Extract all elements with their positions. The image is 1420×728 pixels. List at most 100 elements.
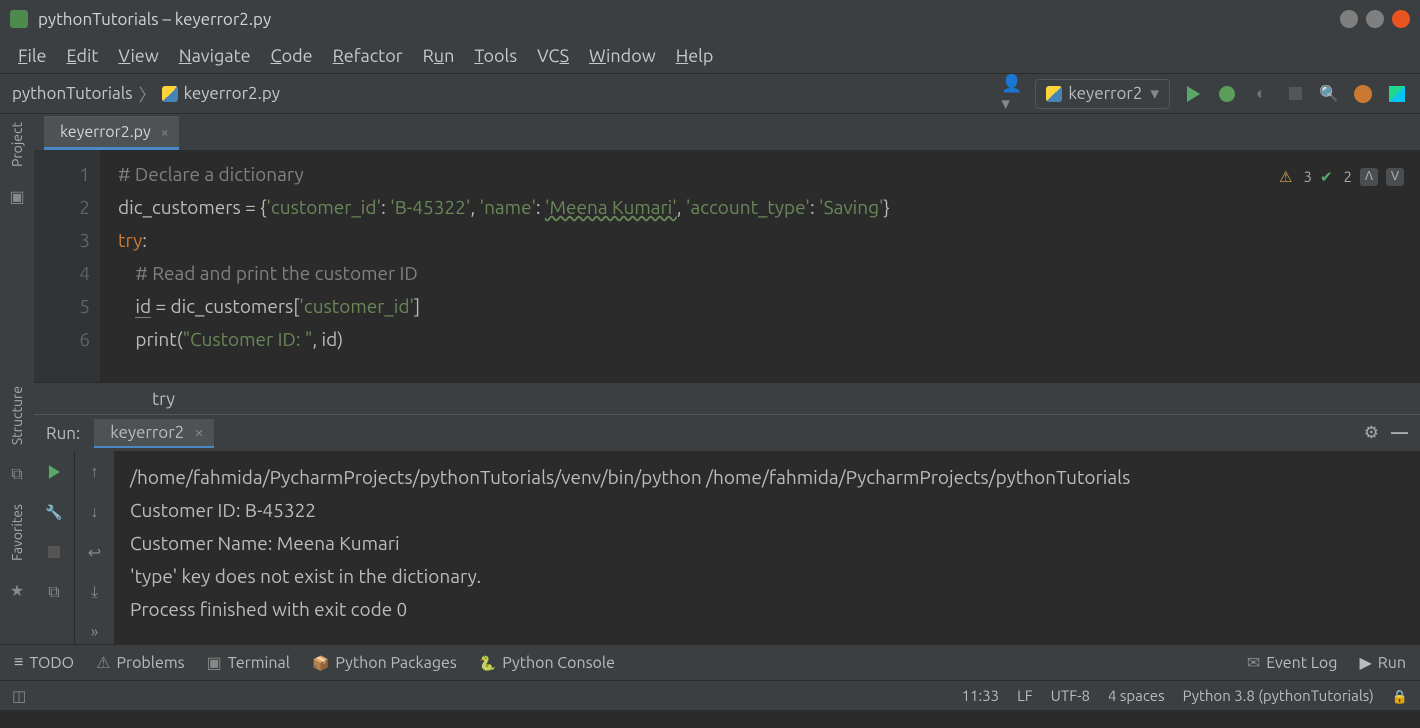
check-icon <box>1320 160 1336 193</box>
label: Python Packages <box>335 654 456 672</box>
coverage-button[interactable]: ◐ <box>1250 83 1272 105</box>
python-icon <box>1046 86 1062 102</box>
menu-navigate[interactable]: Navigate <box>169 42 261 70</box>
code-text: ] <box>414 295 420 317</box>
run-tab-label: keyerror2 <box>110 423 184 442</box>
structure-tool-button[interactable]: Structure <box>9 386 25 445</box>
star-icon <box>10 581 24 600</box>
menu-vcs[interactable]: VCS <box>527 42 579 70</box>
maximize-icon[interactable] <box>1366 10 1384 28</box>
line-gutter: 1 2 3 4 5 6 <box>34 150 100 382</box>
more-icon[interactable] <box>84 621 106 643</box>
code-text: print( <box>135 328 182 350</box>
run-toolbar-left <box>34 451 74 644</box>
cursor-position[interactable]: 11:33 <box>962 687 1000 704</box>
indent-setting[interactable]: 4 spaces <box>1108 687 1165 704</box>
chevron-down-icon[interactable]: ᐯ <box>1386 168 1404 186</box>
menu-code[interactable]: Code <box>261 42 323 70</box>
close-tab-icon[interactable]: × <box>161 124 169 140</box>
project-tool-button[interactable]: Project <box>9 122 25 167</box>
run-tool-button[interactable]: ▶ Run <box>1359 653 1406 672</box>
breadcrumb-file[interactable]: keyerror2.py <box>184 84 280 103</box>
tool-windows-icon[interactable] <box>12 687 26 705</box>
line-separator[interactable]: LF <box>1017 687 1033 704</box>
folder-icon[interactable]: ▣ <box>9 187 24 206</box>
console-line: Customer ID: B-45322 <box>130 494 1404 527</box>
label: Terminal <box>228 654 290 672</box>
terminal-tool-button[interactable]: Terminal <box>207 653 290 672</box>
update-icon[interactable] <box>1352 83 1374 105</box>
layout-icon[interactable] <box>43 581 65 603</box>
pass-count: 2 <box>1344 160 1352 193</box>
hide-icon[interactable]: — <box>1391 423 1408 443</box>
stop-icon[interactable] <box>43 541 65 563</box>
wrench-icon[interactable] <box>43 501 65 523</box>
users-icon[interactable]: 👤▾ <box>1001 83 1023 105</box>
stop-button[interactable] <box>1284 83 1306 105</box>
code-text: = dic_customers[ <box>151 295 299 317</box>
run-icon: ▶ <box>1359 653 1371 672</box>
run-label: Run: <box>46 424 80 443</box>
menu-file[interactable]: File <box>8 42 57 70</box>
todo-tool-button[interactable]: TODO <box>14 653 74 672</box>
problems-icon <box>96 653 110 672</box>
code-text <box>118 295 135 317</box>
editor-breadcrumb[interactable]: try <box>34 382 1420 414</box>
run-tool-window: Run: keyerror2 × — <box>34 414 1420 644</box>
file-encoding[interactable]: UTF-8 <box>1051 687 1090 704</box>
code-text: dic_customers <box>118 196 245 218</box>
close-tab-icon[interactable]: × <box>194 423 204 442</box>
line-number: 5 <box>34 290 90 323</box>
breadcrumb-project[interactable]: pythonTutorials <box>12 84 133 103</box>
search-icon[interactable] <box>1318 83 1340 105</box>
code-text: # Declare a dictionary <box>118 163 304 185</box>
menu-refactor[interactable]: Refactor <box>323 42 413 70</box>
menu-tools[interactable]: Tools <box>464 42 527 70</box>
warning-icon <box>1279 160 1295 193</box>
run-button[interactable] <box>1182 83 1204 105</box>
menu-edit[interactable]: Edit <box>57 42 109 70</box>
chevron-up-icon[interactable]: ᐱ <box>1360 168 1378 186</box>
status-bar: 11:33 LF UTF-8 4 spaces Python 3.8 (pyth… <box>0 680 1420 710</box>
close-icon[interactable] <box>1392 10 1410 28</box>
code-text: # Read and print the customer ID <box>118 262 418 284</box>
soft-wrap-icon[interactable] <box>84 541 106 563</box>
menu-run[interactable]: Run <box>413 42 465 70</box>
code-text: 'Saving' <box>819 196 884 218</box>
console-output[interactable]: /home/fahmida/PycharmProjects/pythonTuto… <box>114 451 1420 644</box>
run-config-selector[interactable]: keyerror2 ▾ <box>1035 79 1170 109</box>
menu-window[interactable]: Window <box>579 42 666 70</box>
ide-features-icon[interactable] <box>1386 83 1408 105</box>
label: Run <box>1378 654 1406 672</box>
favorites-tool-button[interactable]: Favorites <box>9 504 25 561</box>
minimize-icon[interactable] <box>1340 10 1358 28</box>
python-console-tool-button[interactable]: Python Console <box>479 654 615 672</box>
code-text: : <box>536 196 545 218</box>
event-log-tool-button[interactable]: Event Log <box>1247 653 1338 672</box>
code-editor[interactable]: 1 2 3 4 5 6 # Declare a dictionary dic_c… <box>34 150 1420 382</box>
run-tab[interactable]: keyerror2 × <box>94 419 214 448</box>
python-interpreter[interactable]: Python 3.8 (pythonTutorials) <box>1183 687 1374 704</box>
code-text: = { <box>245 196 266 218</box>
problems-tool-button[interactable]: Problems <box>96 653 184 672</box>
navigation-bar: pythonTutorials 〉 keyerror2.py 👤▾ keyerr… <box>0 74 1420 114</box>
editor-tab[interactable]: keyerror2.py × <box>44 116 179 150</box>
rerun-button[interactable] <box>43 461 65 483</box>
lock-icon[interactable] <box>1392 687 1408 705</box>
debug-button[interactable] <box>1216 83 1238 105</box>
arrow-up-icon[interactable] <box>84 461 106 483</box>
menu-help[interactable]: Help <box>666 42 724 70</box>
code-content[interactable]: # Declare a dictionary dic_customers = {… <box>100 150 1420 382</box>
scroll-end-icon[interactable] <box>84 581 106 603</box>
warning-count: 3 <box>1303 160 1311 193</box>
code-text: ) <box>337 328 343 350</box>
window-title: pythonTutorials – keyerror2.py <box>38 10 271 29</box>
menu-view[interactable]: View <box>108 42 168 70</box>
line-number: 4 <box>34 257 90 290</box>
code-text: 'account_type' <box>686 196 810 218</box>
python-packages-tool-button[interactable]: Python Packages <box>312 654 457 672</box>
structure-icon: ⧉ <box>11 465 22 484</box>
gear-icon[interactable] <box>1364 423 1379 443</box>
arrow-down-icon[interactable] <box>84 501 106 523</box>
inspection-widget[interactable]: 3 2 ᐱ ᐯ <box>1279 160 1404 193</box>
